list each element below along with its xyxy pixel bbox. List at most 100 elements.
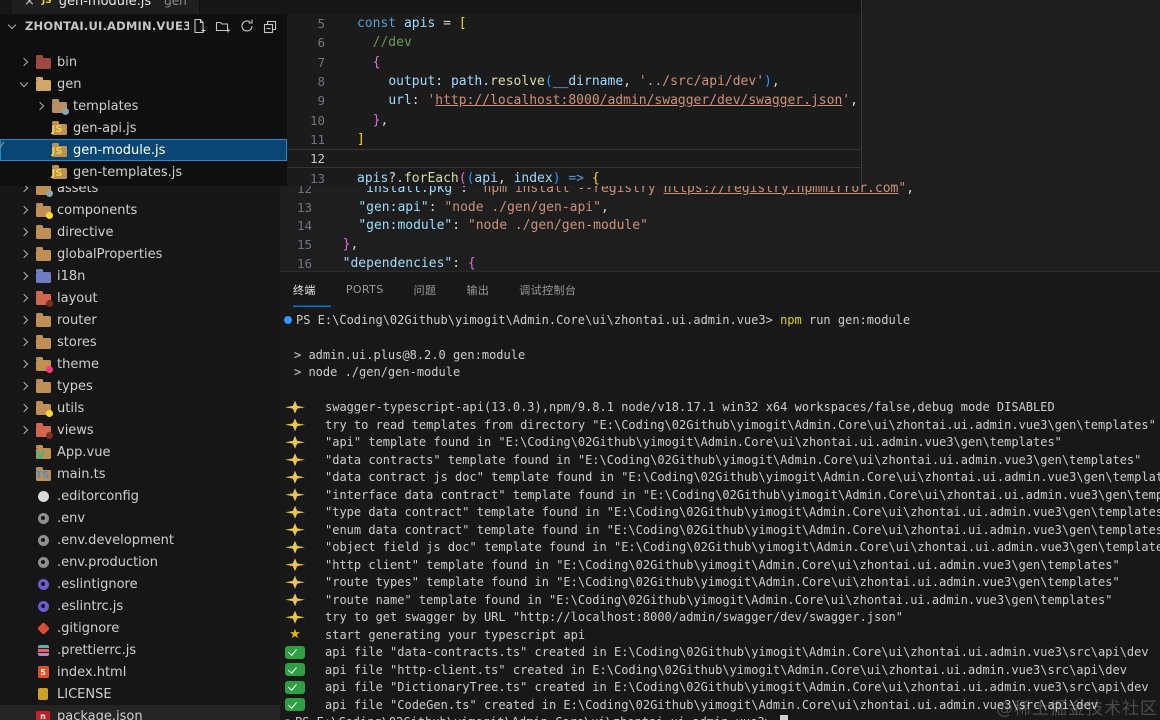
tree-item-components[interactable]: components: [0, 199, 280, 221]
tree-item--prettierrc-js[interactable]: .prettierrc.js: [0, 639, 280, 661]
tree-item-label: bin: [57, 54, 78, 70]
terminal-cursor[interactable]: [780, 715, 789, 720]
tree-item--gitignore[interactable]: .gitignore: [0, 617, 280, 639]
folder-theme-glyph: [35, 356, 53, 373]
line-number: 10: [309, 112, 325, 128]
editor-gen-module[interactable]: 5 const apis = [6 //dev 7 {8 output: path.…: [287, 14, 861, 186]
code-segment: ,: [771, 74, 780, 90]
tree-item-views[interactable]: views: [0, 419, 280, 441]
tree-item-directive[interactable]: directive: [0, 221, 280, 243]
tree-item--eslintignore[interactable]: .eslintignore: [0, 573, 280, 595]
tree-item-label: main.ts: [57, 466, 106, 482]
tree-item-stores[interactable]: stores: [0, 331, 280, 353]
panel-tab-[interactable]: 输出: [451, 272, 504, 307]
code-segment: api file "data-contracts.ts" created in …: [325, 645, 1149, 660]
new-file-button[interactable]: [189, 16, 209, 36]
tree-item-gen-api-js[interactable]: JS gen-api.js: [0, 117, 287, 139]
line-number: 8: [317, 74, 325, 90]
terminal-line: "data contract js doc" template found in…: [280, 469, 1160, 487]
chevron-right-icon: [18, 314, 30, 326]
folder-templates-icon: [51, 98, 69, 115]
tree-item-templates[interactable]: templates: [0, 95, 287, 117]
tree-item-types[interactable]: types: [0, 375, 280, 397]
folder-templates-glyph: [51, 98, 69, 115]
code-line: 11]: [287, 130, 861, 149]
panel-tab-ports[interactable]: PORTS: [331, 272, 399, 307]
tree-item--env-development[interactable]: .env.development: [0, 529, 280, 551]
folder-icon: [35, 334, 51, 350]
terminal-line: "route name" template found in "E:\Codin…: [280, 591, 1160, 609]
folder-components-glyph: [35, 202, 53, 219]
git-icon: [35, 620, 51, 636]
tree-item-index-html[interactable]: 5 index.html: [0, 661, 280, 683]
tree-item-label: views: [57, 422, 94, 438]
code-segment: api file "http-client.ts" created in E:\…: [325, 662, 1127, 677]
tree-item-label: gen: [57, 76, 82, 92]
tree-item--eslintrc-js[interactable]: .eslintrc.js: [0, 595, 280, 617]
sparkle-icon: [285, 470, 305, 484]
code-segment: :: [435, 74, 451, 90]
tree-item-bin[interactable]: bin: [0, 51, 287, 73]
sparkle-icon: [285, 523, 305, 537]
code-line: 6 //dev: [287, 33, 861, 52]
close-icon[interactable]: ×: [24, 0, 35, 8]
new-file-icon: [194, 18, 206, 34]
code-line: 5 const apis = [: [287, 14, 861, 33]
tree-item--env-production[interactable]: .env.production: [0, 551, 280, 573]
terminal-line: api file "http-client.ts" created in E:\…: [280, 661, 1160, 679]
tree-item-utils[interactable]: utils: [0, 397, 280, 419]
code-segment: "data contracts" template found in "E:\C…: [325, 452, 1142, 467]
chevron-right-icon: [18, 424, 30, 436]
sparkle-icon: [285, 488, 305, 502]
gear-icon: [35, 554, 51, 570]
tree-item-label: .env.production: [57, 554, 158, 570]
tree-item-license[interactable]: LICENSE: [0, 683, 280, 705]
tree-item-public[interactable]: public: [0, 183, 287, 186]
tree-item-label: globalProperties: [57, 246, 163, 262]
code-segment: url: [388, 93, 412, 109]
tree-item-router[interactable]: router: [0, 309, 280, 331]
folder-views-glyph: [35, 422, 53, 439]
code-segment: :: [452, 218, 468, 234]
tree-item--env[interactable]: .env: [0, 507, 280, 529]
tree-item-gen-module-js[interactable]: JS gen-module.js: [0, 139, 287, 161]
code-text: const apis = [: [357, 16, 467, 31]
panel-tab-[interactable]: 终端: [293, 272, 331, 307]
collapse-all-icon: [263, 20, 277, 34]
panel-tab-[interactable]: 调试控制台: [504, 272, 591, 307]
tree-item-globalproperties[interactable]: globalProperties: [0, 243, 280, 265]
tab-gen-module[interactable]: × JS gen-module.js gen: [12, 0, 200, 14]
file-tree-overlay: bin gen templates JS gen-api.js JS gen-module.…: [0, 51, 287, 186]
code-segment: PS E:\Coding\02Github\yimogit\Admin.Core…: [296, 312, 781, 327]
refresh-button[interactable]: [237, 16, 257, 36]
explorer-header[interactable]: ZHONTAI.UI.ADMIN.VUE3: [0, 14, 287, 38]
tree-item--editorconfig[interactable]: .editorconfig: [0, 485, 280, 507]
panel-tab-[interactable]: 问题: [399, 272, 452, 307]
sparkle-icon: [285, 610, 305, 624]
new-folder-button[interactable]: [213, 16, 233, 36]
code-segment: api file "CodeGen.ts" created in E:\Codi…: [325, 697, 1099, 712]
tree-item-i18n[interactable]: i18n: [0, 265, 280, 287]
gear-glyph: [37, 556, 49, 568]
tree-item-layout[interactable]: layout: [0, 287, 280, 309]
terminal-line: try to read templates from directory "E:…: [280, 416, 1160, 434]
line-number: 9: [317, 93, 325, 109]
tree-item-theme[interactable]: theme: [0, 353, 280, 375]
tree-item-main-ts[interactable]: TS main.ts: [0, 463, 280, 485]
tree-item-gen-templates-js[interactable]: JS gen-templates.js: [0, 161, 287, 183]
tree-item-gen[interactable]: gen: [0, 73, 287, 95]
code-segment: //dev: [372, 35, 412, 51]
tree-item-package-json[interactable]: n package.json: [0, 705, 280, 720]
terminal[interactable]: PS E:\Coding\02Github\yimogit\Admin.Core…: [280, 311, 1160, 720]
tree-item-app-vue[interactable]: V App.vue: [0, 441, 280, 463]
collapse-all-button[interactable]: [261, 16, 281, 36]
